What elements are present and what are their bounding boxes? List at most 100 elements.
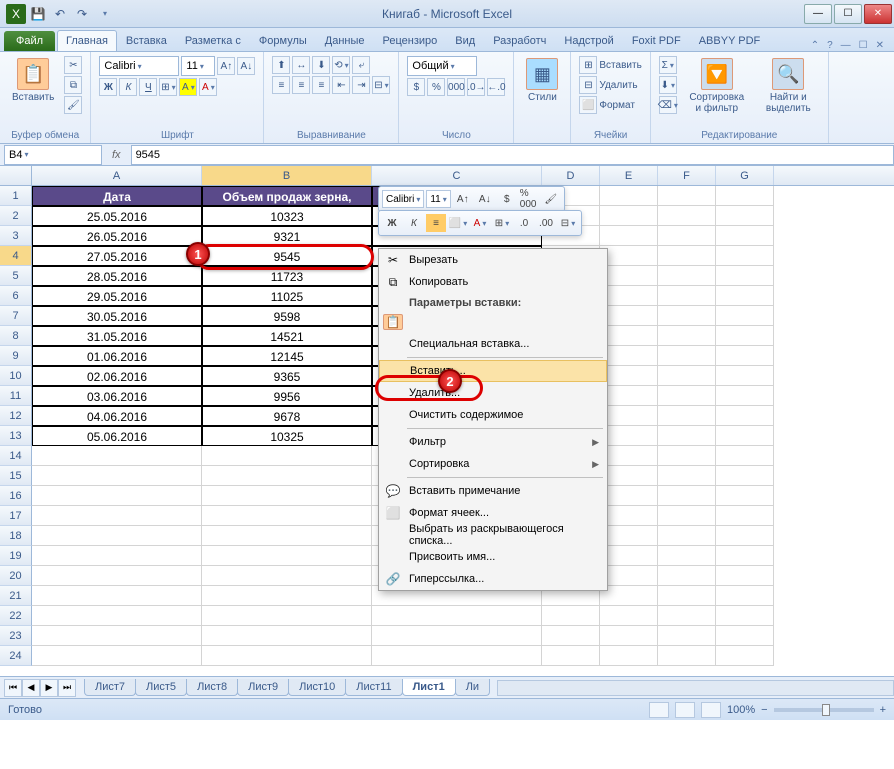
cell[interactable] [658, 346, 716, 366]
close-button[interactable]: ✕ [864, 4, 892, 24]
cell[interactable] [372, 626, 542, 646]
border-button[interactable]: ⊞ [159, 78, 177, 96]
align-center-icon[interactable]: ≡ [292, 76, 310, 94]
ctx-cut[interactable]: ✂Вырезать [379, 249, 607, 271]
cell[interactable]: 9545 [202, 246, 372, 266]
cell[interactable] [542, 626, 600, 646]
file-tab[interactable]: Файл [4, 31, 55, 51]
cell[interactable]: 11025 [202, 286, 372, 306]
cell[interactable]: Объем продаж зерна, [202, 186, 372, 206]
mini-grow-font-icon[interactable]: A↑ [453, 190, 473, 208]
align-right-icon[interactable]: ≡ [312, 76, 330, 94]
cell[interactable] [716, 486, 774, 506]
cell[interactable] [372, 646, 542, 666]
align-left-icon[interactable]: ≡ [272, 76, 290, 94]
row-header[interactable]: 14 [0, 446, 32, 466]
normal-view-icon[interactable] [649, 702, 669, 718]
undo-icon[interactable]: ↶ [50, 4, 70, 24]
sheet-tab[interactable]: Лист7 [84, 679, 136, 696]
format-painter-icon[interactable]: 🖌 [64, 96, 82, 114]
cell[interactable] [658, 386, 716, 406]
row-header[interactable]: 11 [0, 386, 32, 406]
cell[interactable]: 28.05.2016 [32, 266, 202, 286]
cell[interactable] [600, 606, 658, 626]
cell[interactable] [600, 366, 658, 386]
cell[interactable]: 01.06.2016 [32, 346, 202, 366]
ctx-sort[interactable]: Сортировка▶ [379, 453, 607, 475]
redo-icon[interactable]: ↷ [72, 4, 92, 24]
cell[interactable] [716, 246, 774, 266]
cell[interactable]: 27.05.2016 [32, 246, 202, 266]
font-color-button[interactable]: A [199, 78, 217, 96]
row-header[interactable]: 20 [0, 566, 32, 586]
cell[interactable] [658, 366, 716, 386]
mini-center-icon[interactable]: ≡ [426, 214, 446, 232]
cell[interactable] [32, 606, 202, 626]
cell[interactable] [32, 586, 202, 606]
cell[interactable] [32, 566, 202, 586]
cell[interactable]: 04.06.2016 [32, 406, 202, 426]
cell[interactable]: 10323 [202, 206, 372, 226]
mini-format-painter-icon[interactable]: 🖌 [541, 190, 561, 208]
mini-font-combo[interactable]: Calibri [382, 190, 424, 208]
cell[interactable] [600, 566, 658, 586]
tab-review[interactable]: Рецензиро [374, 30, 447, 51]
cell[interactable] [600, 426, 658, 446]
col-header-B[interactable]: B [202, 166, 372, 185]
insert-cells-label[interactable]: Вставить [599, 60, 641, 71]
sheet-tab[interactable]: Лист11 [345, 679, 402, 696]
cell[interactable] [600, 386, 658, 406]
cell[interactable] [202, 566, 372, 586]
cell[interactable] [716, 346, 774, 366]
row-header[interactable]: 12 [0, 406, 32, 426]
horizontal-scrollbar[interactable] [497, 680, 894, 696]
sheet-nav-prev[interactable]: ◀ [22, 679, 40, 697]
cell[interactable] [600, 486, 658, 506]
cell[interactable] [202, 466, 372, 486]
mini-border-icon[interactable]: ⊞ [492, 214, 512, 232]
cell[interactable] [658, 646, 716, 666]
cell[interactable] [658, 326, 716, 346]
format-cells-label[interactable]: Формат [599, 100, 635, 111]
cell[interactable] [600, 326, 658, 346]
cell[interactable] [600, 586, 658, 606]
cell[interactable] [372, 606, 542, 626]
cell[interactable] [658, 486, 716, 506]
cell[interactable] [542, 606, 600, 626]
cell[interactable] [32, 466, 202, 486]
insert-cells-icon[interactable]: ⊞ [579, 56, 597, 74]
cell[interactable]: 14521 [202, 326, 372, 346]
cell[interactable]: 31.05.2016 [32, 326, 202, 346]
ctx-comment[interactable]: 💬Вставить примечание [379, 480, 607, 502]
cell[interactable] [716, 586, 774, 606]
select-all-corner[interactable] [0, 166, 32, 185]
minimize-button[interactable]: — [804, 4, 832, 24]
cell[interactable] [600, 246, 658, 266]
ctx-delete[interactable]: Удалить... [379, 382, 607, 404]
zoom-level[interactable]: 100% [727, 704, 755, 716]
row-header[interactable]: 13 [0, 426, 32, 446]
cell[interactable] [600, 466, 658, 486]
sheet-tab[interactable]: Лист1 [402, 679, 456, 696]
cell[interactable] [600, 226, 658, 246]
autosum-icon[interactable]: Σ [659, 56, 677, 74]
cell[interactable]: 9678 [202, 406, 372, 426]
ctx-filter[interactable]: Фильтр▶ [379, 431, 607, 453]
align-middle-icon[interactable]: ↔ [292, 56, 310, 74]
cell[interactable] [32, 546, 202, 566]
fill-color-button[interactable]: A [179, 78, 197, 96]
cell[interactable]: 29.05.2016 [32, 286, 202, 306]
mini-merge-icon[interactable]: ⊟ [558, 214, 578, 232]
cell[interactable] [202, 526, 372, 546]
cell[interactable] [202, 506, 372, 526]
ctx-paste-special[interactable]: Специальная вставка... [379, 333, 607, 355]
cell[interactable]: 02.06.2016 [32, 366, 202, 386]
row-header[interactable]: 10 [0, 366, 32, 386]
cell[interactable]: 30.05.2016 [32, 306, 202, 326]
mini-currency-icon[interactable]: $ [497, 190, 517, 208]
cell[interactable]: 9365 [202, 366, 372, 386]
cell[interactable] [716, 386, 774, 406]
page-break-view-icon[interactable] [701, 702, 721, 718]
cell[interactable] [658, 586, 716, 606]
row-header[interactable]: 5 [0, 266, 32, 286]
